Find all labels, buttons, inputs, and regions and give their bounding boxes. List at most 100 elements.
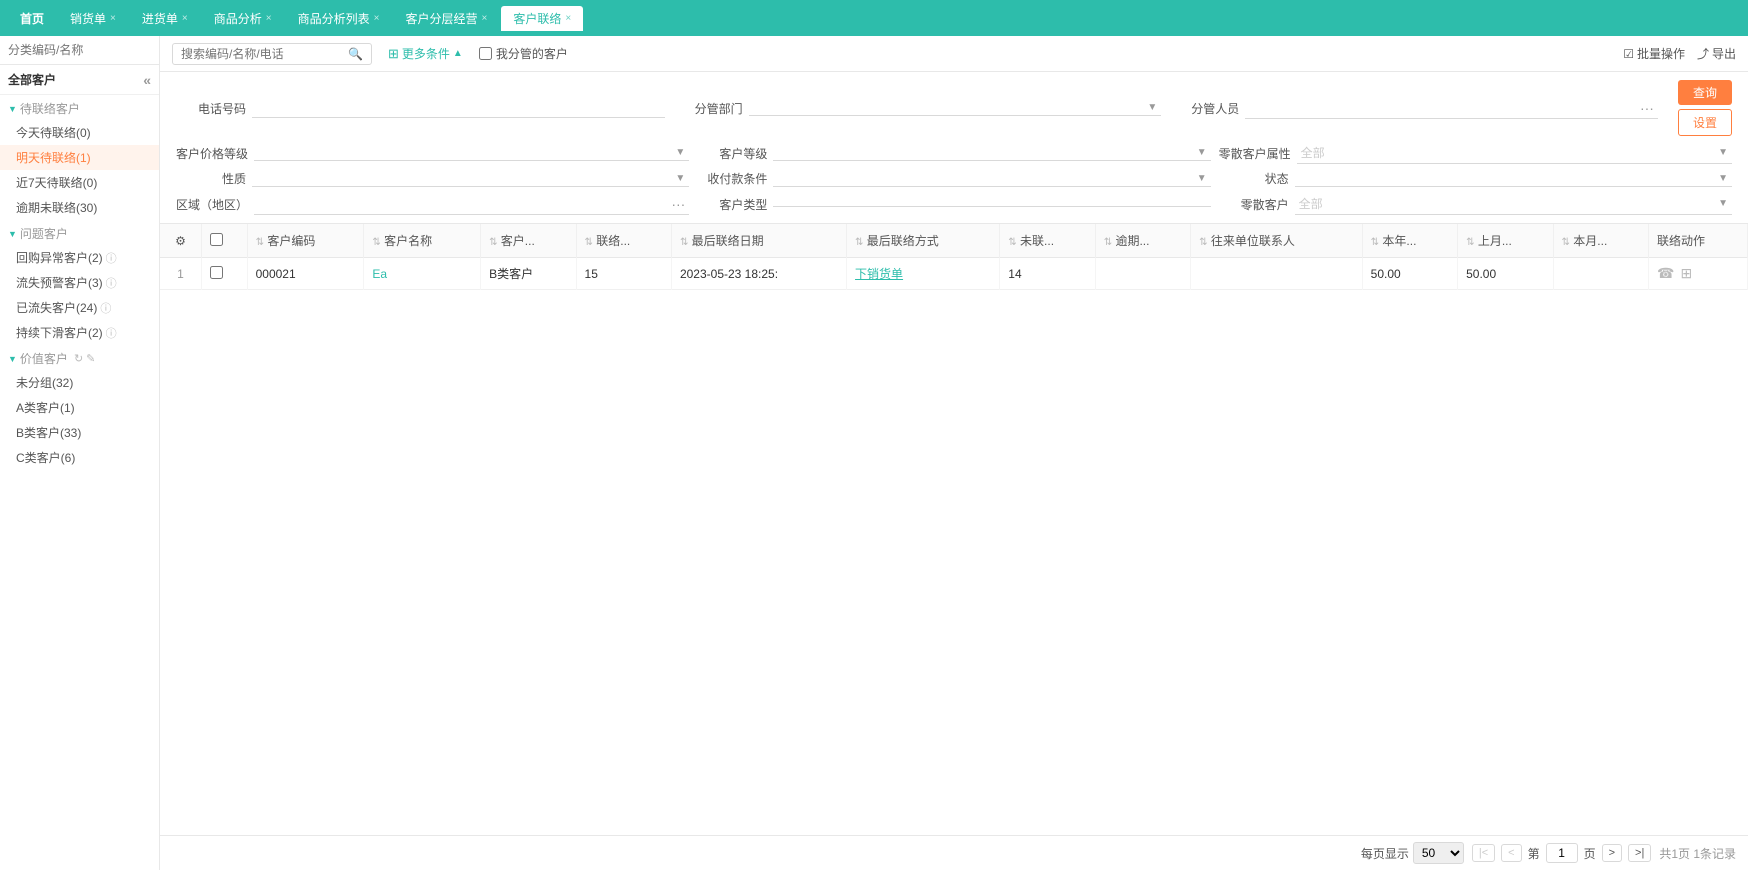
cell-checkbox[interactable] [201,258,247,290]
prev-page-btn[interactable]: < [1501,844,1521,862]
toolbar-search-icon[interactable]: 🔍 [348,47,363,61]
sort-icon-last-date[interactable]: ⇅ [680,237,688,248]
table-row: 1 000021 Ea B类客户 15 2023-05-23 18:25: 下销… [160,258,1748,290]
close-product-analysis-icon[interactable]: × [266,13,272,24]
nav-item-purchase[interactable]: 进货单 × [130,6,200,31]
filter-customer-type-select[interactable] [773,202,1210,207]
contact-grid-icon[interactable]: ⊞ [1680,265,1692,282]
sidebar-item-overdue[interactable]: 逾期未联络(30) [0,195,159,220]
filter-customer-type-label: 客户类型 [697,196,767,213]
sidebar-item-tomorrow[interactable]: 明天待联络(1) [0,145,159,170]
batch-operation-btn[interactable]: ☑ 批量操作 [1623,45,1685,62]
content-area: 🔍 ⊞ 更多条件 ▲ 我分管的客户 ☑ 批量操作 ⤴ 导出 [160,36,1748,870]
info-icon-churned[interactable]: ⓘ [100,300,111,316]
export-btn[interactable]: ⤴ 导出 [1697,45,1736,62]
nav-home-label: 首页 [20,10,44,27]
filter-retail-customer-select[interactable]: 全部 ▼ [1295,193,1732,215]
my-customer-checkbox[interactable] [479,47,492,60]
first-page-btn[interactable]: |< [1472,844,1495,862]
filter-retail-attr-arrow: ▼ [1718,147,1728,158]
toolbar-search-input[interactable] [181,47,344,61]
nav-item-sales[interactable]: 销货单 × [58,6,128,31]
th-last-contact-method: ⇅ 最后联络方式 [847,224,1000,258]
filter-nature-select[interactable]: ▼ [252,171,689,187]
filter-dept-select[interactable]: ▼ [749,100,1162,116]
setting-button[interactable]: 设置 [1678,109,1732,136]
sidebar-item-declining[interactable]: 持续下滑客户(2) ⓘ [0,320,159,345]
info-icon-churn-warning[interactable]: ⓘ [106,275,117,291]
sidebar-item-churned[interactable]: 已流失客户(24) ⓘ [0,295,159,320]
filter-status-label: 状态 [1219,170,1289,187]
query-button[interactable]: 查询 [1678,80,1732,105]
sidebar-item-type-a[interactable]: A类客户(1) [0,395,159,420]
close-sales-icon[interactable]: × [110,13,116,24]
sort-icon-last-month[interactable]: ⇅ [1466,237,1474,248]
filter-phone: 电话号码 [176,99,665,118]
nav-item-home[interactable]: 首页 [8,6,56,31]
sort-icon-last-method[interactable]: ⇅ [855,237,863,248]
filter-customer-level-select[interactable]: ▼ [773,145,1210,161]
filter-region-dots[interactable]: ··· [671,196,685,212]
filter-person-dots[interactable]: ··· [1640,100,1654,116]
filter-price-level-select[interactable]: ▼ [254,145,689,161]
info-icon-declining[interactable]: ⓘ [106,325,117,341]
page-number-input[interactable] [1546,843,1578,863]
th-checkbox[interactable] [201,224,247,258]
filter-retail-attr-select[interactable]: 全部 ▼ [1297,142,1732,164]
contact-phone-icon[interactable]: ☎ [1657,265,1674,282]
sidebar-item-ungrouped[interactable]: 未分组(32) [0,370,159,395]
filter-nature: 性质 ▼ [176,170,689,187]
sort-icon-code[interactable]: ⇅ [256,237,264,248]
edit-icon-value[interactable]: ✎ [86,352,95,365]
filter-customer-type: 客户类型 [697,196,1210,213]
info-icon-repurchase[interactable]: ⓘ [106,250,117,266]
nav-sales-label: 销货单 [70,10,106,27]
cell-last-contact-method[interactable]: 下销货单 [847,258,1000,290]
group-arrow-problem: ▼ [8,229,17,239]
close-purchase-icon[interactable]: × [182,13,188,24]
th-settings[interactable]: ⚙ [160,224,201,258]
sidebar-item-type-b[interactable]: B类客户(33) [0,420,159,445]
sort-icon-unit-contact[interactable]: ⇅ [1199,237,1207,248]
filter-more-btn[interactable]: ⊞ 更多条件 ▲ [380,42,471,65]
refresh-icon-value[interactable]: ↻ [74,352,83,365]
sidebar-item-repurchase[interactable]: 回购异常客户(2) ⓘ [0,245,159,270]
row-checkbox[interactable] [210,266,223,279]
sidebar-item-churn-warning[interactable]: 流失预警客户(3) ⓘ [0,270,159,295]
sort-icon-contact-count[interactable]: ⇅ [585,237,593,248]
cell-name[interactable]: Ea [364,258,481,290]
nav-item-product-analysis-list[interactable]: 商品分析列表 × [286,6,392,31]
sidebar: 🔍 全部客户 « ▼ 待联络客户 今天待联络(0) 明天待联络(1) 近7天待联… [0,36,160,870]
close-product-analysis-list-icon[interactable]: × [374,13,380,24]
group-label-pending: 待联络客户 [20,100,80,117]
page-size-select[interactable]: 50 10 20 100 [1413,842,1464,864]
nav-item-product-analysis[interactable]: 商品分析 × [202,6,284,31]
sort-icon-overdue[interactable]: ⇅ [1104,237,1112,248]
close-customer-tier-icon[interactable]: × [481,13,487,24]
close-customer-contact-icon[interactable]: × [565,13,571,24]
nav-item-customer-tier[interactable]: 客户分层经营 × [393,6,499,31]
filter-phone-input[interactable] [252,99,665,118]
select-all-checkbox[interactable] [210,233,223,246]
sidebar-item-type-c[interactable]: C类客户(6) [0,445,159,470]
last-page-btn[interactable]: >| [1628,844,1651,862]
sort-icon-this-year[interactable]: ⇅ [1371,237,1379,248]
cell-code: 000021 [247,258,364,290]
sidebar-item-today[interactable]: 今天待联络(0) [0,120,159,145]
th-overdue: ⇅ 逾期... [1095,224,1190,258]
sidebar-collapse-icon[interactable]: « [143,72,151,88]
sort-icon-name[interactable]: ⇅ [372,237,380,248]
my-customer-check[interactable]: 我分管的客户 [479,45,568,62]
sort-icon-un-contact[interactable]: ⇅ [1008,237,1016,248]
sort-icon-type[interactable]: ⇅ [489,237,497,248]
sort-icon-this-month[interactable]: ⇅ [1562,237,1570,248]
cell-action: ☎ ⊞ [1648,258,1747,290]
sidebar-item-week[interactable]: 近7天待联络(0) [0,170,159,195]
next-page-btn[interactable]: > [1602,844,1622,862]
filter-payment-select[interactable]: ▼ [773,171,1210,187]
th-last-contact-date: ⇅ 最后联络日期 [671,224,846,258]
sidebar-search-input[interactable] [8,43,160,57]
batch-label: 批量操作 [1637,45,1685,62]
nav-item-customer-contact[interactable]: 客户联络 × [501,6,583,31]
filter-status-select[interactable]: ▼ [1295,171,1732,187]
